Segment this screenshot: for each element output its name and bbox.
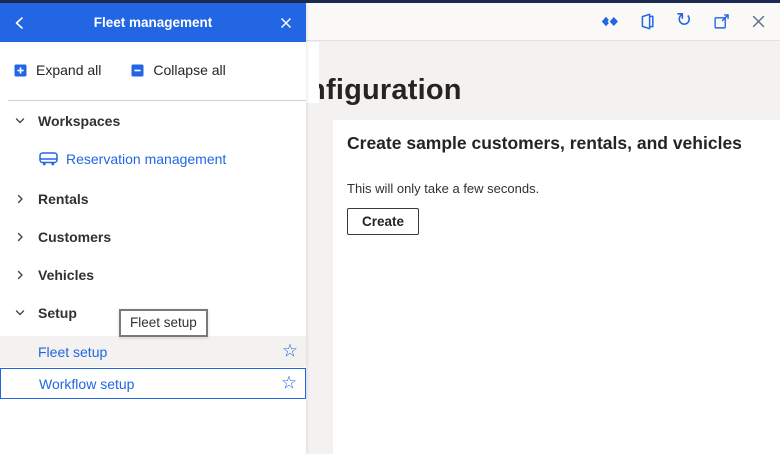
tree-group-label: Setup (38, 305, 77, 321)
close-window-icon[interactable] (748, 12, 768, 32)
tree-group-label: Rentals (38, 191, 89, 207)
chevron-down-icon (14, 115, 26, 127)
collapse-all-button[interactable]: Collapse all (131, 62, 226, 78)
car-icon (38, 151, 60, 167)
tree-item-fleet-setup[interactable]: Fleet setup ☆ (0, 336, 306, 367)
collapse-all-icon (131, 64, 144, 76)
panel-actions: Expand all Collapse all (14, 62, 226, 78)
favorite-star-icon[interactable]: ☆ (281, 373, 297, 392)
tree-group-customers[interactable]: Customers (0, 222, 306, 252)
double-diamond-icon[interactable] (600, 12, 620, 32)
back-button[interactable] (2, 3, 38, 42)
expand-all-label: Expand all (36, 62, 102, 78)
expand-all-button[interactable]: Expand all (14, 62, 101, 78)
panel-title: Fleet management (93, 15, 213, 30)
fleet-management-panel: Fleet management Expand all Collapse all (0, 0, 306, 454)
fleet-setup-tooltip: Fleet setup (119, 309, 208, 337)
collapse-all-label: Collapse all (153, 62, 226, 78)
create-button[interactable]: Create (347, 208, 420, 235)
panel-divider (8, 100, 306, 101)
tree-group-workspaces[interactable]: Workspaces (0, 106, 306, 136)
open-new-window-icon[interactable] (711, 12, 731, 32)
expand-all-icon (14, 64, 27, 76)
window-top-strip (0, 0, 780, 3)
chevron-right-icon (14, 269, 26, 281)
tree-item-label: Fleet setup (38, 343, 108, 360)
tree-group-rentals[interactable]: Rentals (0, 184, 306, 214)
tree-item-label: Workflow setup (39, 375, 135, 392)
tree-item-reservation-management[interactable]: Reservation management (0, 144, 306, 174)
card-description: This will only take a few seconds. (347, 181, 540, 196)
chevron-down-icon (14, 307, 26, 319)
chevron-right-icon (14, 231, 26, 243)
panel-header: Fleet management (0, 3, 306, 42)
chevron-right-icon (14, 193, 26, 205)
favorite-star-icon[interactable]: ☆ (282, 341, 298, 360)
office-icon[interactable] (637, 12, 657, 32)
tree-group-vehicles[interactable]: Vehicles (0, 260, 306, 290)
panel-close-button[interactable] (268, 3, 304, 42)
tree-group-label: Vehicles (38, 267, 95, 283)
card-title: Create sample customers, rentals, and ve… (347, 133, 742, 153)
tree-group-label: Customers (38, 229, 112, 245)
tree-group-label: Workspaces (38, 113, 121, 129)
chevron-left-icon (15, 16, 23, 29)
nav-rail-remnant (306, 42, 319, 103)
close-icon (281, 17, 291, 28)
tree-item-workflow-setup[interactable]: Workflow setup ☆ (0, 368, 306, 399)
sample-data-card: Create sample customers, rentals, and ve… (333, 120, 780, 454)
tree-item-label: Reservation management (66, 151, 227, 167)
refresh-icon[interactable]: ↻ (674, 11, 694, 32)
